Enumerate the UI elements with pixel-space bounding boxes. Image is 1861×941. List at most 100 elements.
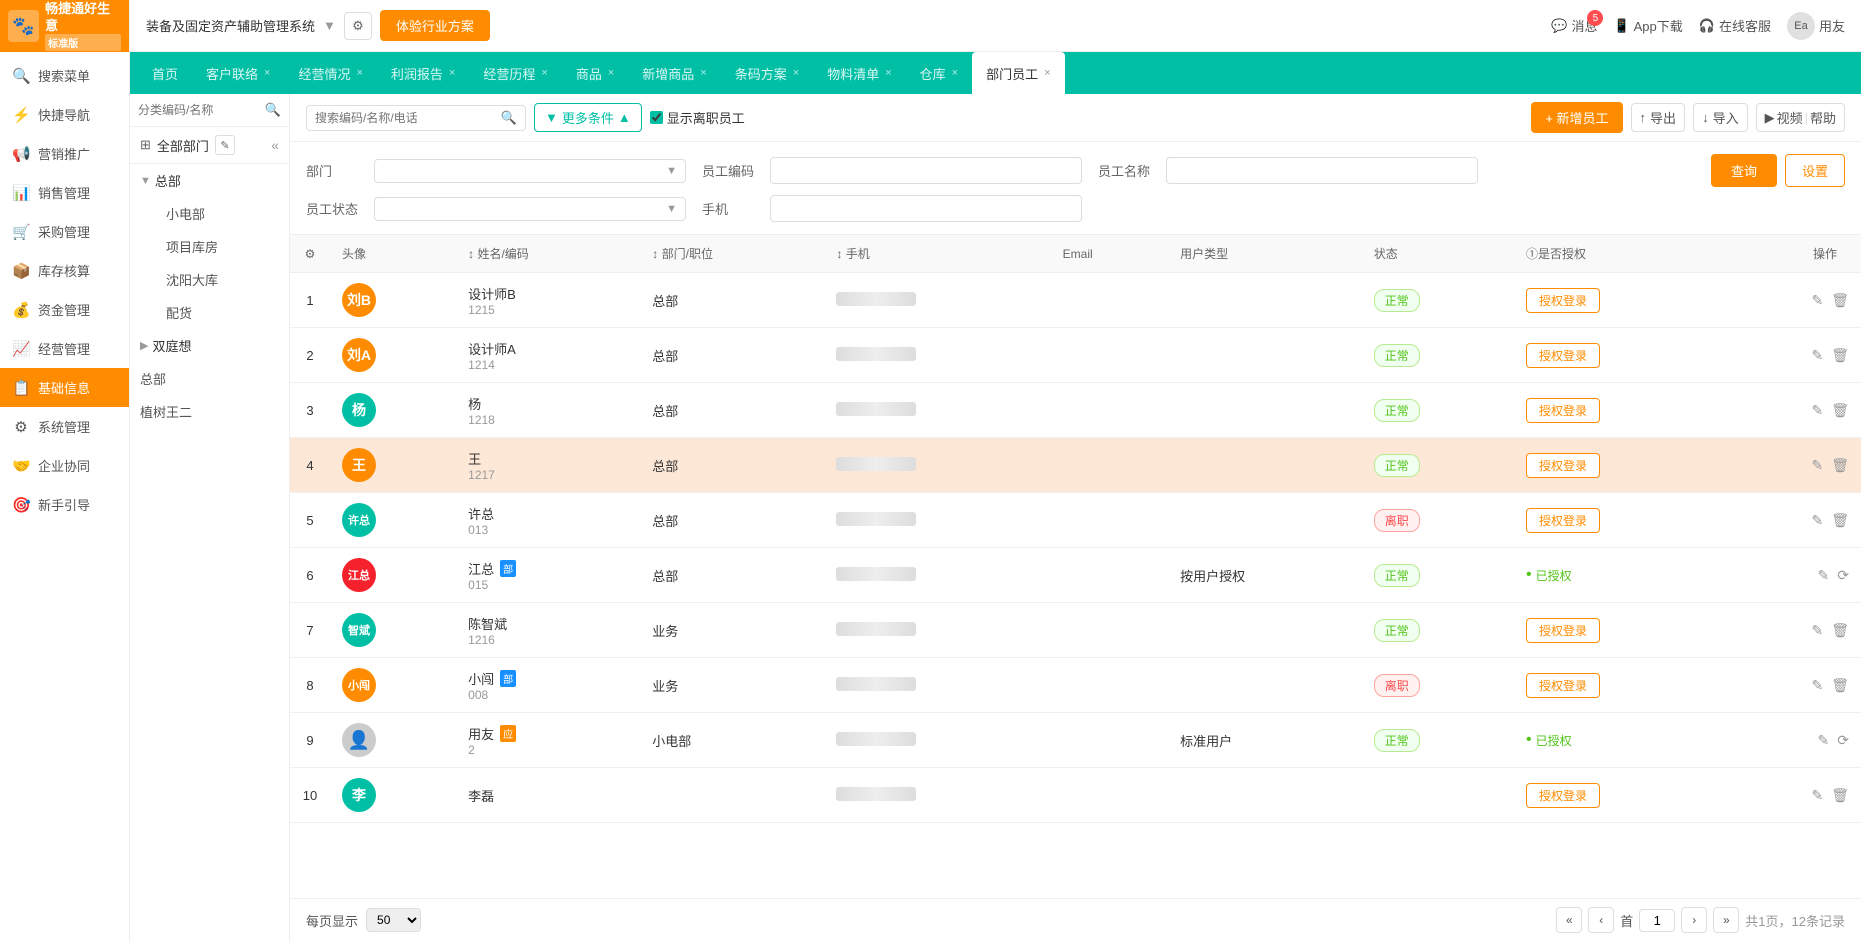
edit-button-row7[interactable]: ✎: [1811, 622, 1823, 639]
auth-button-row2[interactable]: 授权登录: [1526, 343, 1600, 368]
delete-button-row3[interactable]: 🗑: [1831, 402, 1849, 419]
dept-item-zhishu[interactable]: 植树王二: [130, 395, 289, 428]
tab-operations[interactable]: 经营情况×: [284, 52, 376, 94]
col-dept-position[interactable]: ↕ 部门/职位: [640, 235, 824, 273]
last-page-button[interactable]: »: [1713, 907, 1739, 933]
sidebar-item-system[interactable]: ⚙ 系统管理: [0, 407, 129, 446]
dept-item-projectroom[interactable]: 项目库房: [146, 230, 289, 263]
sidebar-item-sales[interactable]: 📊 销售管理: [0, 173, 129, 212]
status-select[interactable]: ▼: [374, 197, 686, 221]
first-page-button[interactable]: «: [1556, 907, 1582, 933]
tab-warehouse[interactable]: 仓库×: [906, 52, 972, 94]
auth-button-row4[interactable]: 授权登录: [1526, 453, 1600, 478]
delete-button-row5[interactable]: 🗑: [1831, 512, 1849, 529]
prev-page-button[interactable]: ‹: [1588, 907, 1614, 933]
auth-button-row5[interactable]: 授权登录: [1526, 508, 1600, 533]
gear-button[interactable]: ⚙: [344, 12, 372, 40]
edit-button-row9[interactable]: ✎: [1818, 732, 1830, 749]
view-button[interactable]: ▶ 视频 | 帮助: [1756, 103, 1845, 132]
auth-button-row3[interactable]: 授权登录: [1526, 398, 1600, 423]
tab-barcode-close[interactable]: ×: [793, 67, 799, 79]
col-phone[interactable]: ↕ 手机: [824, 235, 1050, 273]
export-button[interactable]: ↑ 导出: [1631, 103, 1686, 132]
emp-name-input[interactable]: [1166, 157, 1478, 184]
user-menu[interactable]: Ea 用友: [1787, 12, 1845, 40]
dept-search-input[interactable]: [138, 103, 261, 117]
edit-button-row2[interactable]: ✎: [1811, 347, 1823, 364]
auth-button-row8[interactable]: 授权登录: [1526, 673, 1600, 698]
dept-item-distribution[interactable]: 配货: [146, 296, 289, 329]
tab-warehouse-close[interactable]: ×: [952, 67, 958, 79]
delete-button-row4[interactable]: 🗑: [1831, 457, 1849, 474]
dept-item-headquarters-parent[interactable]: ▼ 总部: [130, 164, 289, 197]
edit-button-row6[interactable]: ✎: [1818, 567, 1830, 584]
edit-button-row10[interactable]: ✎: [1811, 787, 1823, 804]
add-employee-button[interactable]: + 新增员工: [1531, 102, 1622, 133]
show-resigned-checkbox[interactable]: 显示离职员工: [650, 108, 745, 127]
trial-button[interactable]: 体验行业方案: [380, 10, 490, 41]
sidebar-item-operations[interactable]: 📈 经营管理: [0, 329, 129, 368]
tab-history[interactable]: 经营历程×: [469, 52, 561, 94]
delete-button-row9[interactable]: ⟳: [1837, 732, 1849, 749]
col-name-code[interactable]: ↕ 姓名/编码: [456, 235, 640, 273]
dept-collapse-button[interactable]: «: [271, 137, 279, 153]
edit-button-row3[interactable]: ✎: [1811, 402, 1823, 419]
tab-new-goods[interactable]: 新增商品×: [628, 52, 720, 94]
sidebar-item-shortcut[interactable]: ⚡ 快捷导航: [0, 95, 129, 134]
edit-button-row8[interactable]: ✎: [1811, 677, 1823, 694]
delete-button-row1[interactable]: 🗑: [1831, 292, 1849, 309]
tab-bom[interactable]: 物料清单×: [813, 52, 905, 94]
tab-employees[interactable]: 部门员工×: [972, 52, 1064, 94]
delete-button-row7[interactable]: 🗑: [1831, 622, 1849, 639]
setting-button[interactable]: 设置: [1785, 154, 1845, 187]
edit-button-row1[interactable]: ✎: [1811, 292, 1823, 309]
import-button[interactable]: ↓ 导入: [1693, 103, 1748, 132]
col-settings[interactable]: ⚙: [290, 235, 330, 273]
dept-select[interactable]: ▼: [374, 159, 686, 183]
page-number-input[interactable]: [1639, 909, 1675, 932]
next-page-button[interactable]: ›: [1681, 907, 1707, 933]
message-button[interactable]: 💬 消息 5: [1551, 16, 1597, 35]
auth-button-row10[interactable]: 授权登录: [1526, 783, 1600, 808]
tab-employees-close[interactable]: ×: [1044, 67, 1050, 79]
dept-item-zongbu[interactable]: 总部: [130, 362, 289, 395]
sidebar-item-purchase[interactable]: 🛒 采购管理: [0, 212, 129, 251]
sidebar-item-finance[interactable]: 💰 资金管理: [0, 290, 129, 329]
delete-button-row8[interactable]: 🗑: [1831, 677, 1849, 694]
auth-button-row7[interactable]: 授权登录: [1526, 618, 1600, 643]
delete-button-row2[interactable]: 🗑: [1831, 347, 1849, 364]
edit-button-row4[interactable]: ✎: [1811, 457, 1823, 474]
phone-input[interactable]: [770, 195, 1082, 222]
sidebar-item-marketing[interactable]: 📢 营销推广: [0, 134, 129, 173]
sidebar-item-search[interactable]: 🔍 搜索菜单: [0, 56, 129, 95]
delete-button-row10[interactable]: 🗑: [1831, 787, 1849, 804]
tab-operations-close[interactable]: ×: [356, 67, 362, 79]
tab-history-close[interactable]: ×: [541, 67, 547, 79]
sidebar-item-basic[interactable]: 📋 基础信息: [0, 368, 129, 407]
dept-edit-button[interactable]: ✎: [215, 135, 235, 155]
tab-customer[interactable]: 客户联络×: [192, 52, 284, 94]
dept-item-electronics[interactable]: 小电部: [146, 197, 289, 230]
delete-button-row6[interactable]: ⟳: [1837, 567, 1849, 584]
resigned-checkbox-input[interactable]: [650, 111, 663, 124]
employee-search-input[interactable]: [315, 111, 497, 125]
tab-barcode[interactable]: 条码方案×: [721, 52, 813, 94]
tab-goods-close[interactable]: ×: [608, 67, 614, 79]
edit-button-row5[interactable]: ✎: [1811, 512, 1823, 529]
sidebar-item-enterprise[interactable]: 🤝 企业协同: [0, 446, 129, 485]
tab-new-goods-close[interactable]: ×: [700, 67, 706, 79]
emp-code-input[interactable]: [770, 157, 1082, 184]
tab-profit[interactable]: 利润报告×: [377, 52, 469, 94]
tab-profit-close[interactable]: ×: [449, 67, 455, 79]
more-filters-button[interactable]: ▼ 更多条件 ▲: [534, 103, 642, 132]
search-button[interactable]: 查询: [1711, 154, 1777, 187]
tab-customer-close[interactable]: ×: [264, 67, 270, 79]
app-download-button[interactable]: 📱 App下载: [1613, 16, 1682, 35]
tab-goods[interactable]: 商品×: [562, 52, 628, 94]
dept-item-shuangting[interactable]: ▶ 双庭想: [130, 329, 289, 362]
sidebar-item-guide[interactable]: 🎯 新手引导: [0, 485, 129, 524]
tab-home[interactable]: 首页: [138, 52, 192, 94]
tab-bom-close[interactable]: ×: [885, 67, 891, 79]
dept-item-shenyang[interactable]: 沈阳大库: [146, 263, 289, 296]
online-support-button[interactable]: 🎧 在线客服: [1699, 16, 1771, 35]
